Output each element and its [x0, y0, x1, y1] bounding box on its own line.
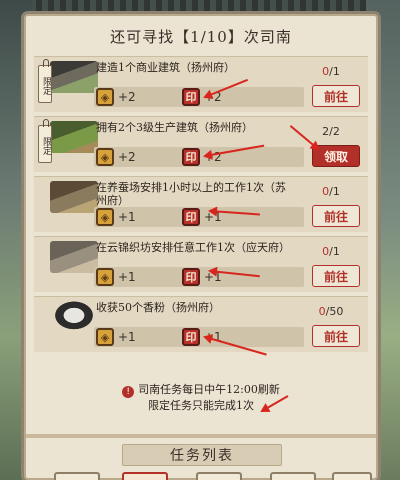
seal-reward: 印 +2: [182, 147, 222, 167]
task-description: 拥有2个3级生产建筑（扬州府）: [96, 121, 253, 134]
task-row: 收获50个香粉（扬州府） ◈ +1 印 +1 0/50 前往: [34, 296, 368, 352]
task-description: 收获50个香粉（扬州府）: [96, 301, 220, 314]
go-button[interactable]: 前往: [312, 205, 360, 227]
task-row: 限定 建造1个商业建筑（扬州府） ◈ +2 印 +2 0/1 前往: [34, 56, 368, 112]
notice-line-1: 司南任务每日中午12:00刷新: [138, 383, 280, 396]
coin-icon: ◈: [96, 88, 114, 106]
task-row: 在养蚕场安排1小时以上的工作1次（苏州府） ◈ +1 印 +1 0/1 前往: [34, 176, 368, 232]
limited-tag: 限定: [38, 119, 52, 163]
coin-reward-amount: +2: [118, 150, 136, 164]
coin-reward: ◈ +1: [96, 267, 136, 287]
seal-icon: 印: [182, 268, 200, 286]
limit-notice: 限定任务只能完成1次: [26, 398, 376, 414]
coin-reward-amount: +1: [118, 270, 136, 284]
task-progress: 2/2: [322, 125, 340, 138]
building-thumbnail: [50, 61, 98, 93]
compass-task-panel: 还可寻找【1/10】次司南 限定 建造1个商业建筑（扬州府） ◈ +2 印 +2…: [24, 14, 378, 480]
section-divider: [26, 434, 376, 438]
refresh-notice: ! 司南任务每日中午12:00刷新: [26, 382, 376, 398]
silk-farm-thumbnail: [50, 181, 98, 213]
task-progress: 0/1: [322, 245, 340, 258]
seal-icon: 印: [182, 208, 200, 226]
task-row: 在云锦织坊安排任意工作1次（应天府） ◈ +1 印 +1 0/1 前往: [34, 236, 368, 292]
powder-bowl-thumbnail: [50, 301, 98, 333]
farm-thumbnail: [50, 121, 98, 153]
task-progress: 0/50: [318, 305, 344, 318]
task-description: 在云锦织坊安排任意工作1次（应天府）: [96, 241, 290, 254]
panel-title: 还可寻找【1/10】次司南: [110, 27, 292, 46]
coin-reward: ◈ +1: [96, 207, 136, 227]
weaving-workshop-thumbnail: [50, 241, 98, 273]
task-list-title: 任务列表: [122, 444, 282, 466]
seal-icon: 印: [182, 148, 200, 166]
coin-icon: ◈: [96, 268, 114, 286]
coin-icon: ◈: [96, 328, 114, 346]
task-description: 建造1个商业建筑（扬州府）: [96, 61, 235, 74]
task-progress: 0/1: [322, 185, 340, 198]
seal-icon: 印: [182, 328, 200, 346]
coin-reward-amount: +2: [118, 90, 136, 104]
task-progress: 0/1: [322, 65, 340, 78]
task-description: 在养蚕场安排1小时以上的工作1次（苏州府）: [96, 181, 286, 207]
notice-line-2: 限定任务只能完成1次: [148, 399, 254, 412]
task-list-card[interactable]: [196, 472, 242, 480]
go-button[interactable]: 前往: [312, 325, 360, 347]
coin-reward-amount: +1: [118, 210, 136, 224]
limited-tag: 限定: [38, 59, 52, 103]
go-button[interactable]: 前往: [312, 265, 360, 287]
coin-icon: ◈: [96, 148, 114, 166]
task-list-card[interactable]: [122, 472, 168, 480]
coin-reward-amount: +1: [118, 330, 136, 344]
task-list-card[interactable]: [270, 472, 316, 480]
coin-reward: ◈ +2: [96, 87, 136, 107]
coin-reward: ◈ +1: [96, 327, 136, 347]
task-list-card[interactable]: [54, 472, 100, 480]
coin-reward: ◈ +2: [96, 147, 136, 167]
warning-icon: !: [122, 386, 135, 398]
seal-icon: 印: [182, 88, 200, 106]
go-button[interactable]: 前往: [312, 85, 360, 107]
task-list-card[interactable]: [332, 472, 372, 480]
coin-icon: ◈: [96, 208, 114, 226]
